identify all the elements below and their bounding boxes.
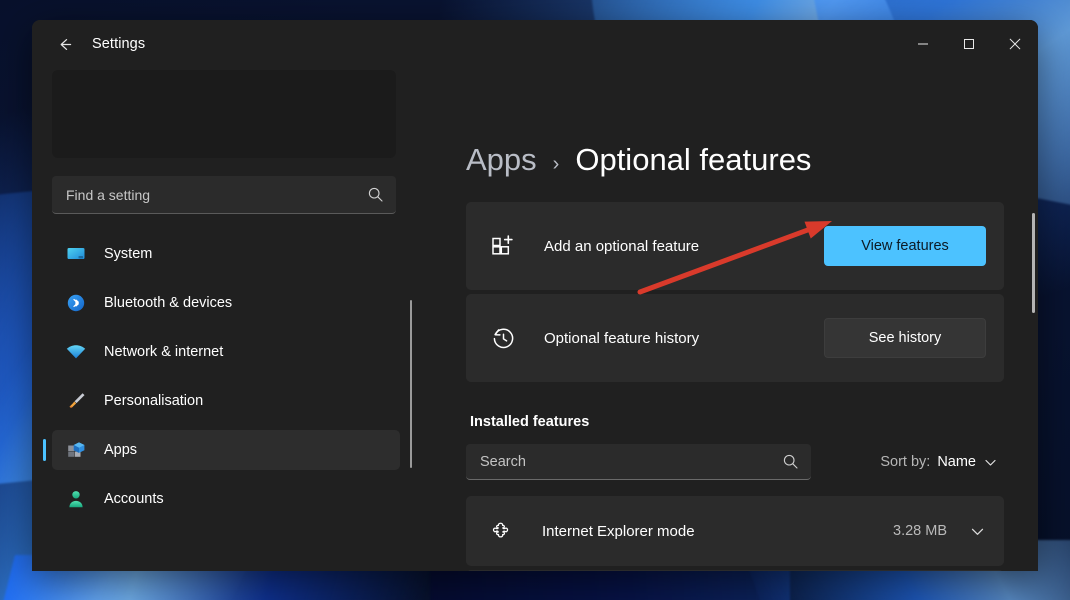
add-grid-icon xyxy=(488,231,518,261)
minimize-icon xyxy=(918,43,928,45)
sidebar-item-apps[interactable]: Apps xyxy=(43,430,400,470)
content-pane: Apps › Optional features Add an optional… xyxy=(420,68,1038,571)
title-bar: Settings xyxy=(32,20,1038,68)
breadcrumb: Apps › Optional features xyxy=(466,68,1004,178)
sidebar-item-label: Apps xyxy=(104,442,138,458)
sidebar-nav: System Bluetooth & devices Network & int… xyxy=(43,234,420,528)
history-clock-icon xyxy=(488,323,518,353)
sort-by-value: Name xyxy=(937,454,976,470)
search-icon xyxy=(783,454,798,469)
sidebar-item-personalisation[interactable]: Personalisation xyxy=(52,381,400,421)
feature-name: Internet Explorer mode xyxy=(542,522,695,540)
chevron-down-icon xyxy=(971,528,984,535)
see-history-button[interactable]: See history xyxy=(824,318,986,358)
user-profile-block xyxy=(52,70,396,158)
close-icon xyxy=(1009,38,1021,50)
feature-expand-button[interactable] xyxy=(969,523,986,540)
back-button[interactable] xyxy=(48,29,82,59)
person-icon xyxy=(64,487,88,511)
sort-by-label: Sort by: xyxy=(880,454,931,470)
feature-row-internet-explorer-mode[interactable]: Internet Explorer mode 3.28 MB xyxy=(466,496,1004,566)
sidebar-search-wrap xyxy=(52,158,420,214)
search-icon xyxy=(368,187,383,202)
wifi-icon xyxy=(64,340,88,364)
back-arrow-icon xyxy=(60,38,71,50)
sort-by-dropdown[interactable]: Sort by: Name xyxy=(874,450,1004,474)
puzzle-piece-icon xyxy=(488,517,516,545)
settings-window: Settings Find a setting System Bluetooth… xyxy=(32,20,1038,571)
minimize-button[interactable] xyxy=(900,20,946,68)
maximize-button[interactable] xyxy=(946,20,992,68)
chevron-right-icon: › xyxy=(552,153,560,175)
content-scrollbar[interactable] xyxy=(1032,213,1035,313)
sidebar-item-network-internet[interactable]: Network & internet xyxy=(52,332,400,372)
window-controls xyxy=(900,20,1038,68)
add-optional-feature-card: Add an optional feature View features xyxy=(466,202,1004,290)
find-a-setting-box[interactable] xyxy=(52,176,396,214)
installed-search-box[interactable] xyxy=(466,444,811,480)
sidebar-item-label: Network & internet xyxy=(104,344,224,360)
installed-search-input[interactable] xyxy=(480,453,782,470)
installed-filter-row: Sort by: Name xyxy=(466,444,1004,480)
optional-feature-history-card: Optional feature history See history xyxy=(466,294,1004,382)
app-title: Settings xyxy=(92,36,146,52)
sidebar-item-system[interactable]: System xyxy=(52,234,400,274)
optional-feature-history-label: Optional feature history xyxy=(544,329,700,347)
feature-size: 3.28 MB xyxy=(893,523,947,539)
sidebar-item-bluetooth-devices[interactable]: Bluetooth & devices xyxy=(52,283,400,323)
sidebar-scrollbar[interactable] xyxy=(410,300,412,468)
window-body: System Bluetooth & devices xyxy=(32,68,1038,571)
feature-row-partial[interactable] xyxy=(466,570,1004,571)
breadcrumb-parent[interactable]: Apps xyxy=(466,142,537,178)
add-optional-feature-label: Add an optional feature xyxy=(544,237,700,255)
paintbrush-icon xyxy=(64,389,88,413)
sidebar-item-label: System xyxy=(104,246,153,262)
view-features-button[interactable]: View features xyxy=(824,226,986,266)
bluetooth-icon xyxy=(64,291,88,315)
sidebar-item-label: Accounts xyxy=(104,491,164,507)
monitor-icon xyxy=(64,242,88,266)
sidebar-item-label: Bluetooth & devices xyxy=(104,295,233,311)
chevron-down-icon xyxy=(985,459,996,466)
close-button[interactable] xyxy=(992,20,1038,68)
installed-features-heading: Installed features xyxy=(470,414,590,430)
page-title: Optional features xyxy=(575,142,812,177)
apps-icon xyxy=(64,438,88,462)
sidebar-item-accounts[interactable]: Accounts xyxy=(52,479,400,519)
find-a-setting-input[interactable] xyxy=(66,186,367,203)
sidebar-item-label: Personalisation xyxy=(104,393,204,409)
maximize-icon xyxy=(964,39,974,49)
sidebar: System Bluetooth & devices xyxy=(32,68,420,571)
